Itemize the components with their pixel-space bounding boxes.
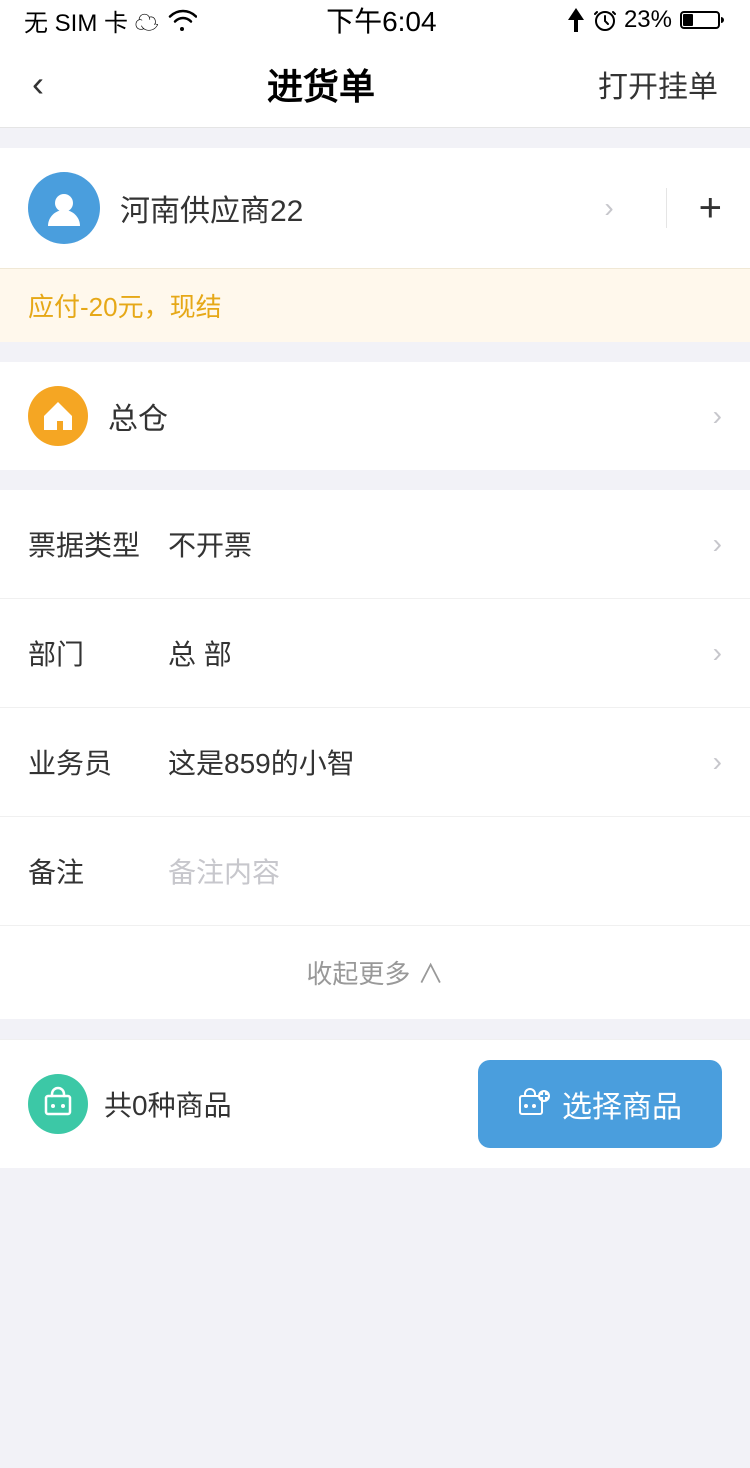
warehouse-name: 总仓 [108, 394, 713, 438]
invoice-type-arrow-icon: › [713, 528, 722, 560]
bottom-bar: 共0种商品 选择商品 [0, 1039, 750, 1168]
supplier-avatar [28, 172, 100, 244]
notice-text: 应付-20元，现结 [28, 292, 222, 322]
salesperson-arrow-icon: › [713, 746, 722, 778]
salesperson-value: 这是859的小智 [148, 742, 713, 782]
select-cart-icon [518, 1088, 550, 1120]
remark-row[interactable]: 备注 备注内容 [0, 817, 750, 925]
home-icon [40, 398, 76, 434]
status-right: 23% [566, 6, 726, 34]
salesperson-row[interactable]: 业务员 这是859的小智 › [0, 708, 750, 817]
page-title: 进货单 [267, 58, 375, 110]
section-gap-1 [0, 128, 750, 148]
department-arrow-icon: › [713, 637, 722, 669]
supplier-section: 河南供应商22 › + 应付-20元，现结 [0, 148, 750, 342]
select-product-button[interactable]: 选择商品 [478, 1060, 722, 1148]
remark-input[interactable]: 备注内容 [148, 851, 722, 891]
supplier-arrow-icon: › [604, 192, 613, 224]
battery-icon [680, 9, 726, 31]
invoice-type-label: 票据类型 [28, 524, 148, 564]
cart-small-icon [40, 1086, 76, 1122]
battery-label: 23% [624, 6, 672, 34]
collapse-bar[interactable]: 收起更多 ∧ [0, 925, 750, 1019]
status-time: 下午6:04 [326, 0, 437, 40]
invoice-type-value: 不开票 [148, 524, 713, 564]
department-label: 部门 [28, 633, 148, 673]
supplier-name: 河南供应商22 [120, 186, 604, 230]
supplier-divider [666, 188, 667, 228]
invoice-type-row[interactable]: 票据类型 不开票 › [0, 490, 750, 599]
supplier-row[interactable]: 河南供应商22 › + [0, 148, 750, 268]
department-value: 总 部 [148, 633, 713, 673]
bottom-left: 共0种商品 [28, 1074, 232, 1134]
section-gap-3 [0, 470, 750, 490]
form-section: 票据类型 不开票 › 部门 总 部 › 业务员 这是859的小智 › 备注 备注… [0, 490, 750, 925]
status-bar: 无 SIM 卡 ☁ 下午6:04 23% [0, 0, 750, 40]
warehouse-section: 总仓 › [0, 362, 750, 470]
wifi-icon [167, 9, 197, 31]
open-pending-button[interactable]: 打开挂单 [598, 62, 718, 106]
add-supplier-button[interactable]: + [699, 186, 722, 231]
warehouse-icon-bg [28, 386, 88, 446]
person-icon [44, 188, 84, 228]
status-left: 无 SIM 卡 ☁ [24, 3, 197, 38]
back-button[interactable]: ‹ [32, 63, 44, 105]
location-icon [566, 8, 586, 32]
nav-bar: ‹ 进货单 打开挂单 [0, 40, 750, 128]
alarm-icon [594, 8, 616, 32]
product-count: 共0种商品 [104, 1084, 232, 1124]
section-gap-2 [0, 342, 750, 362]
select-product-label: 选择商品 [562, 1082, 682, 1126]
section-gap-4 [0, 1019, 750, 1039]
department-row[interactable]: 部门 总 部 › [0, 599, 750, 708]
collapse-label: 收起更多 ∧ [306, 959, 443, 989]
remark-label: 备注 [28, 851, 148, 891]
warehouse-arrow-icon: › [713, 400, 722, 432]
product-icon-bg [28, 1074, 88, 1134]
warehouse-row[interactable]: 总仓 › [0, 362, 750, 470]
sim-label: 无 SIM 卡 ☁ [24, 3, 159, 38]
content-area [0, 1168, 750, 1468]
salesperson-label: 业务员 [28, 742, 148, 782]
notice-bar: 应付-20元，现结 [0, 268, 750, 342]
